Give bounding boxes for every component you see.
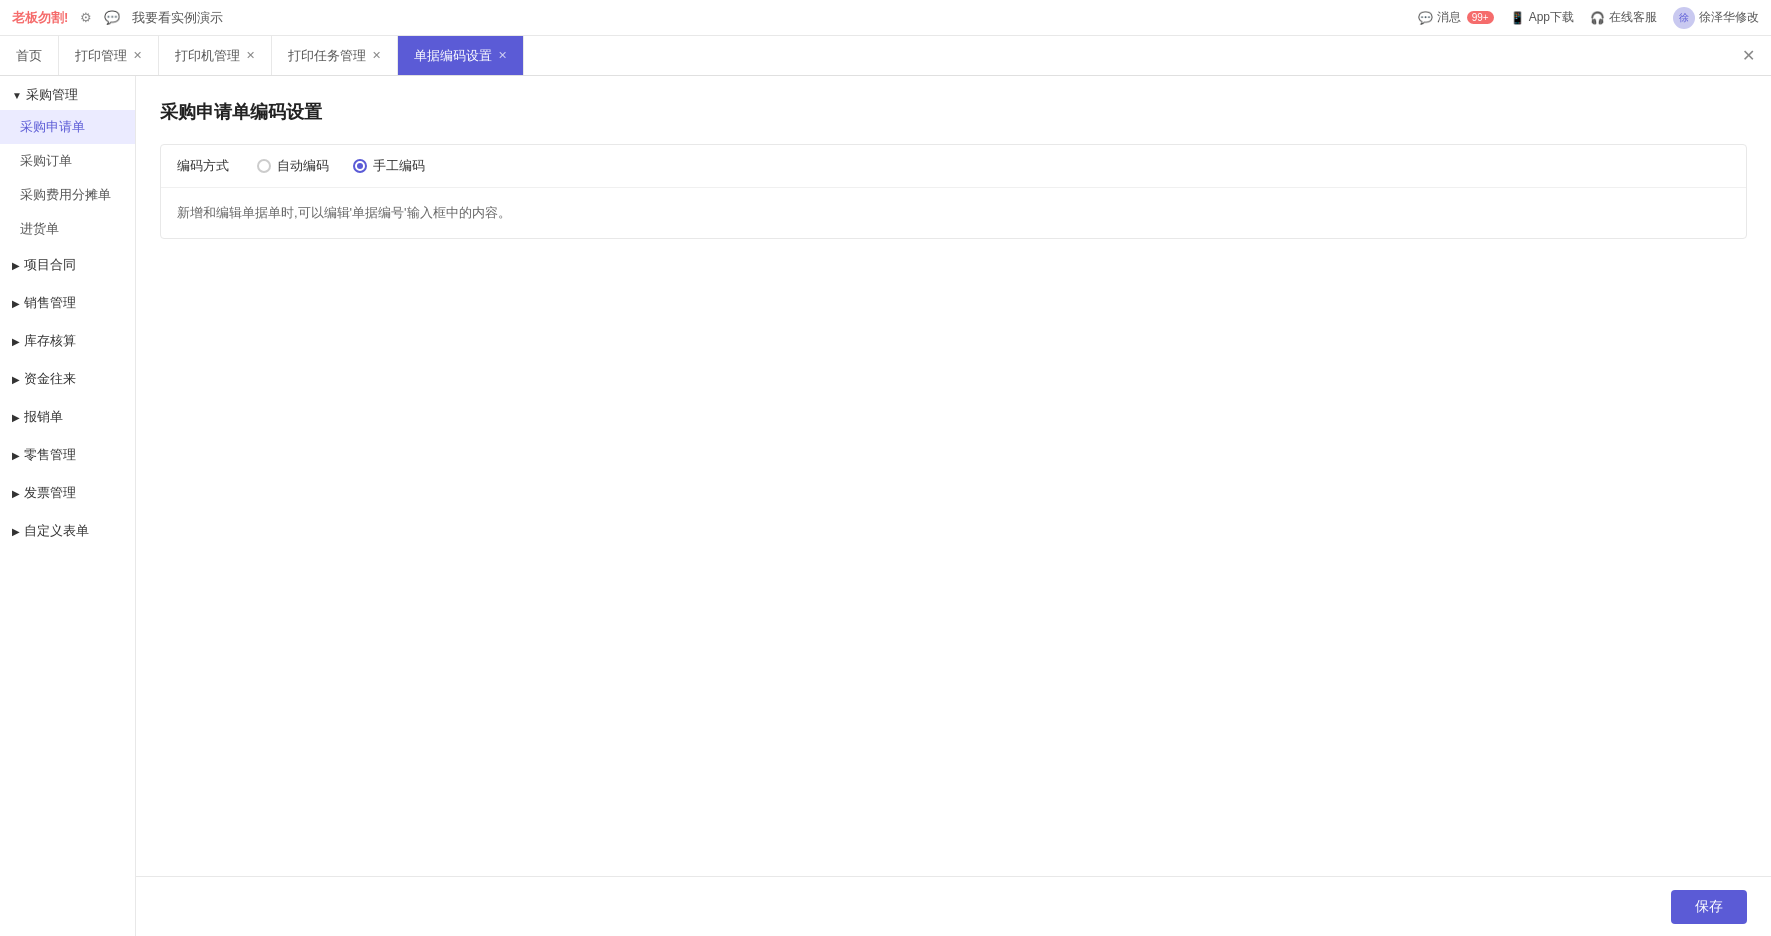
- sidebar-item-purchase-expense-split[interactable]: 采购费用分摊单: [0, 178, 135, 212]
- radio-manual-label: 手工编码: [373, 157, 425, 175]
- notice-text[interactable]: 我要看实例演示: [132, 9, 223, 27]
- radio-auto-label: 自动编码: [277, 157, 329, 175]
- sidebar-group-project-contract-label: 项目合同: [24, 256, 76, 274]
- save-button[interactable]: 保存: [1671, 890, 1747, 924]
- sidebar-group-custom-forms-arrow: ▶: [12, 526, 20, 537]
- sidebar-group-sales-return-label: 报销单: [24, 408, 63, 426]
- sidebar-group-sales-management[interactable]: ▶ 销售管理: [0, 284, 135, 322]
- sidebar-group-inventory-accounting-label: 库存核算: [24, 332, 76, 350]
- encoding-radio-group: 自动编码 手工编码: [257, 157, 425, 175]
- sidebar-collapse-icon: ▼: [12, 90, 22, 101]
- tab-printer-management[interactable]: 打印机管理 ✕: [159, 36, 272, 75]
- sidebar-group-inventory-accounting-arrow: ▶: [12, 336, 20, 347]
- radio-manual-circle: [353, 159, 367, 173]
- radio-auto-circle: [257, 159, 271, 173]
- sidebar-group-retail-management-arrow: ▶: [12, 450, 20, 461]
- message-badge: 99+: [1467, 11, 1494, 24]
- sidebar-group-retail-management[interactable]: ▶ 零售管理: [0, 436, 135, 474]
- sidebar-item-goods-receipt-label: 进货单: [20, 221, 59, 236]
- top-bar-right: 💬 消息 99+ 📱 App下载 🎧 在线客服 徐 徐泽华修改: [1418, 7, 1759, 29]
- radio-auto-encoding[interactable]: 自动编码: [257, 157, 329, 175]
- sidebar-group-inventory-accounting[interactable]: ▶ 库存核算: [0, 322, 135, 360]
- app-download-button[interactable]: 📱 App下载: [1510, 9, 1574, 26]
- sidebar-item-purchase-expense-split-label: 采购费用分摊单: [20, 187, 111, 202]
- sidebar-group-invoice-management-label: 发票管理: [24, 484, 76, 502]
- sidebar-group-project-contract-arrow: ▶: [12, 260, 20, 271]
- user-avatar: 徐: [1673, 7, 1695, 29]
- radio-manual-encoding[interactable]: 手工编码: [353, 157, 425, 175]
- bottom-bar: 保存: [136, 876, 1771, 936]
- online-service-label: 在线客服: [1609, 9, 1657, 26]
- sidebar-group-purchase-title[interactable]: ▼ 采购管理: [0, 76, 135, 110]
- logo: 老板勿割!: [12, 9, 68, 27]
- encoding-method-row: 编码方式 自动编码 手工编码: [161, 145, 1746, 188]
- tab-print-management-label: 打印管理: [75, 47, 127, 65]
- sidebar-item-purchase-requisition[interactable]: 采购申请单: [0, 110, 135, 144]
- tab-print-management[interactable]: 打印管理 ✕: [59, 36, 159, 75]
- message-button[interactable]: 💬 消息 99+: [1418, 9, 1494, 26]
- sidebar-group-sales-return-arrow: ▶: [12, 412, 20, 423]
- content-area: 采购申请单编码设置 编码方式 自动编码 手工编码: [136, 76, 1771, 936]
- tab-bar-close-button[interactable]: ✕: [1726, 36, 1771, 75]
- main-layout: ▼ 采购管理 采购申请单 采购订单 采购费用分摊单 进货单 ▶ 项目合同 ▶ 销…: [0, 76, 1771, 936]
- message-label: 消息: [1437, 9, 1461, 26]
- info-text: 新增和编辑单据单时,可以编辑'单据编号'输入框中的内容。: [161, 188, 1746, 238]
- encoding-section: 编码方式 自动编码 手工编码 新增和编辑单据单时,可以编辑'单据编号'输入框中的…: [160, 144, 1747, 239]
- message-icon: 💬: [1418, 11, 1433, 25]
- app-download-icon: 📱: [1510, 11, 1525, 25]
- top-bar-left: 老板勿割! ⚙ 💬 我要看实例演示: [12, 9, 223, 27]
- sidebar-group-capital-transactions-arrow: ▶: [12, 374, 20, 385]
- user-name: 徐泽华修改: [1699, 9, 1759, 26]
- tab-bar: 首页 打印管理 ✕ 打印机管理 ✕ 打印任务管理 ✕ 单据编码设置 ✕ ✕: [0, 36, 1771, 76]
- sidebar-group-custom-forms-label: 自定义表单: [24, 522, 89, 540]
- page-title: 采购申请单编码设置: [160, 100, 1747, 124]
- sidebar-group-sales-management-label: 销售管理: [24, 294, 76, 312]
- sidebar-group-invoice-management-arrow: ▶: [12, 488, 20, 499]
- notice-icon: 💬: [104, 10, 120, 25]
- sidebar-group-purchase-label: 采购管理: [26, 86, 78, 104]
- tab-home-label: 首页: [16, 47, 42, 65]
- encoding-method-label: 编码方式: [177, 157, 257, 175]
- tab-printer-management-label: 打印机管理: [175, 47, 240, 65]
- tab-home[interactable]: 首页: [0, 36, 59, 75]
- online-service-icon: 🎧: [1590, 11, 1605, 25]
- sidebar-item-goods-receipt[interactable]: 进货单: [0, 212, 135, 246]
- tab-print-management-close[interactable]: ✕: [133, 49, 142, 62]
- app-download-label: App下载: [1529, 9, 1574, 26]
- settings-icon[interactable]: ⚙: [80, 10, 92, 25]
- sidebar: ▼ 采购管理 采购申请单 采购订单 采购费用分摊单 进货单 ▶ 项目合同 ▶ 销…: [0, 76, 136, 936]
- content-spacer: [136, 488, 1771, 876]
- sidebar-group-project-contract[interactable]: ▶ 项目合同: [0, 246, 135, 284]
- sidebar-group-sales-management-arrow: ▶: [12, 298, 20, 309]
- user-menu-button[interactable]: 徐 徐泽华修改: [1673, 7, 1759, 29]
- tab-print-task-management-close[interactable]: ✕: [372, 49, 381, 62]
- content-inner: 采购申请单编码设置 编码方式 自动编码 手工编码: [136, 76, 1771, 488]
- tab-voucher-code-settings-label: 单据编码设置: [414, 47, 492, 65]
- sidebar-item-purchase-order-label: 采购订单: [20, 153, 72, 168]
- tab-print-task-management[interactable]: 打印任务管理 ✕: [272, 36, 398, 75]
- top-bar: 老板勿割! ⚙ 💬 我要看实例演示 💬 消息 99+ 📱 App下载 🎧 在线客…: [0, 0, 1771, 36]
- sidebar-group-custom-forms[interactable]: ▶ 自定义表单: [0, 512, 135, 550]
- sidebar-group-invoice-management[interactable]: ▶ 发票管理: [0, 474, 135, 512]
- sidebar-group-purchase: ▼ 采购管理 采购申请单 采购订单 采购费用分摊单 进货单: [0, 76, 135, 246]
- sidebar-group-retail-management-label: 零售管理: [24, 446, 76, 464]
- sidebar-item-purchase-requisition-label: 采购申请单: [20, 119, 85, 134]
- tab-voucher-code-settings-close[interactable]: ✕: [498, 49, 507, 62]
- tab-printer-management-close[interactable]: ✕: [246, 49, 255, 62]
- online-service-button[interactable]: 🎧 在线客服: [1590, 9, 1657, 26]
- sidebar-group-sales-return[interactable]: ▶ 报销单: [0, 398, 135, 436]
- sidebar-group-capital-transactions[interactable]: ▶ 资金往来: [0, 360, 135, 398]
- tab-voucher-code-settings[interactable]: 单据编码设置 ✕: [398, 36, 524, 75]
- tab-spacer: [524, 36, 1726, 75]
- sidebar-group-capital-transactions-label: 资金往来: [24, 370, 76, 388]
- sidebar-item-purchase-order[interactable]: 采购订单: [0, 144, 135, 178]
- tab-print-task-management-label: 打印任务管理: [288, 47, 366, 65]
